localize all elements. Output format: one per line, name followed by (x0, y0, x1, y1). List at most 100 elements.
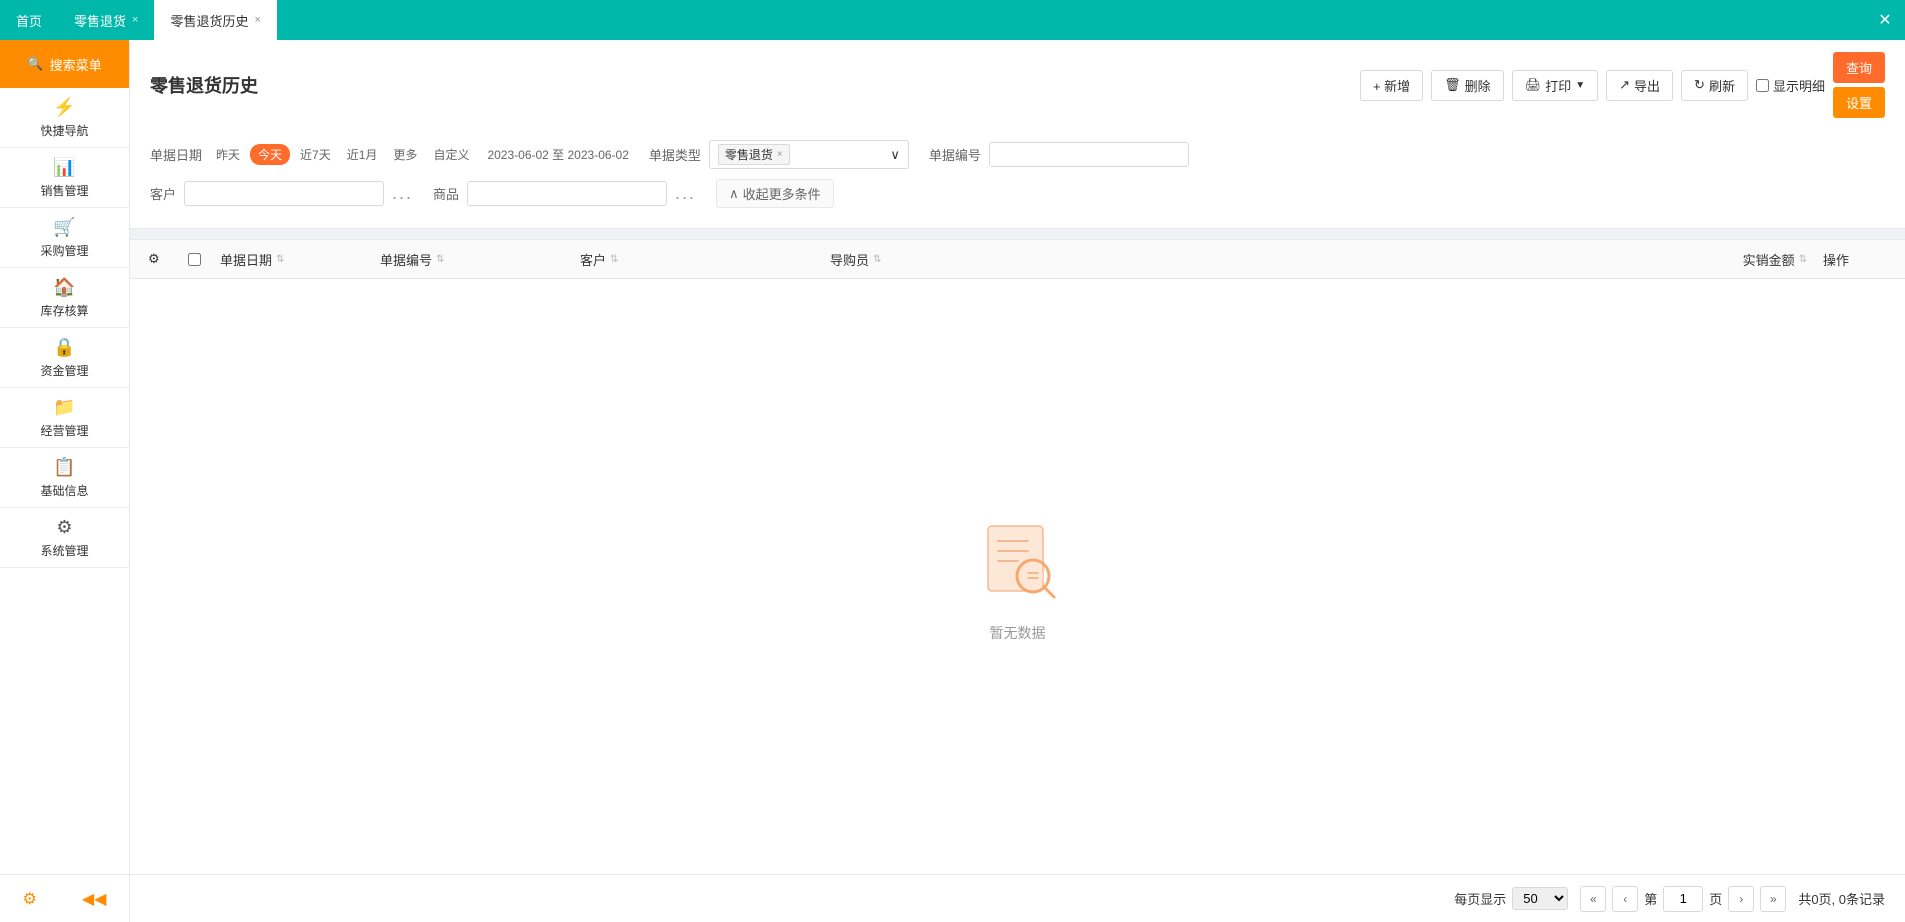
th-date-label: 单据日期 (220, 250, 272, 269)
date-sort-icon: ⇅ (276, 254, 284, 265)
tab-retail-return-history[interactable]: 零售退货历史 × (154, 0, 276, 40)
bill-type-tag: 零售退货 × (718, 144, 790, 165)
sidebar-item-quick-nav[interactable]: ⚡ 快捷导航 (0, 88, 129, 148)
settings-button[interactable]: 设置 (1833, 87, 1885, 118)
operations-icon: 📁 (53, 397, 75, 418)
th-date[interactable]: 单据日期 ⇅ (212, 250, 372, 269)
next-page-button[interactable]: › (1728, 886, 1754, 912)
window-close-button[interactable]: ✕ (1865, 0, 1905, 40)
th-amount[interactable]: 实销金额 ⇅ (1022, 250, 1815, 269)
quick-nav-icon: ⚡ (53, 97, 75, 118)
table-footer: 每页显示 10 20 50 100 « ‹ 第 (130, 874, 1905, 922)
bill-no-sort-icon: ⇅ (436, 254, 444, 265)
date-btn-7days[interactable]: 近7天 (294, 144, 337, 165)
th-guide[interactable]: 导购员 ⇅ (822, 250, 1022, 269)
th-bill-no[interactable]: 单据编号 ⇅ (372, 250, 572, 269)
date-btn-more[interactable]: 更多 (387, 144, 423, 165)
refresh-icon: ↻ (1694, 77, 1705, 93)
query-button[interactable]: 查询 (1833, 52, 1885, 83)
tab-retail-return[interactable]: 零售退货 × (58, 0, 154, 40)
collapse-icon: ∧ (729, 186, 739, 202)
prev-page-icon: ‹ (1623, 892, 1627, 906)
close-icon: ✕ (1878, 10, 1891, 30)
refresh-button[interactable]: ↻ 刷新 (1681, 70, 1748, 101)
sidebar-item-system-mgmt[interactable]: ⚙ 系统管理 (0, 508, 129, 568)
delete-button[interactable]: 🗑 删除 (1431, 70, 1504, 101)
total-records-label: 共0页, 0条记录 (1798, 889, 1885, 908)
collapse-label: 收起更多条件 (743, 184, 821, 203)
sidebar-item-finance-label: 资金管理 (40, 362, 88, 379)
last-page-button[interactable]: » (1760, 886, 1786, 912)
sidebar-item-inventory[interactable]: 🏠 库存核算 (0, 268, 129, 328)
tab-home-label: 首页 (16, 11, 42, 30)
page-number-input[interactable] (1663, 886, 1703, 912)
export-button[interactable]: ↗ 导出 (1606, 70, 1673, 101)
sidebar-item-basic-info[interactable]: 📋 基础信息 (0, 448, 129, 508)
page-size-select[interactable]: 10 20 50 100 (1512, 887, 1568, 910)
sidebar-sound-button[interactable]: ◀◀ (82, 889, 107, 909)
select-all-checkbox[interactable] (188, 253, 201, 266)
bill-no-input[interactable] (989, 142, 1189, 167)
table-wrapper: ⚙ 单据日期 ⇅ 单据编号 ⇅ 客户 ⇅ 导购员 (130, 239, 1905, 922)
date-btn-yesterday[interactable]: 昨天 (210, 144, 246, 165)
goods-more-icon[interactable]: ... (675, 183, 696, 204)
tab-home[interactable]: 首页 (0, 0, 58, 40)
empty-state: 暂无数据 (130, 279, 1905, 874)
next-page-icon: › (1739, 892, 1743, 906)
goods-input[interactable] (467, 181, 667, 206)
customer-filter-label: 客户 (150, 184, 176, 203)
basic-info-icon: 📋 (53, 457, 75, 478)
th-checkbox[interactable] (180, 253, 212, 266)
sidebar-item-purchase-mgmt[interactable]: 🛒 采购管理 (0, 208, 129, 268)
tab-retail-return-close[interactable]: × (132, 14, 138, 26)
customer-more-icon[interactable]: ... (392, 183, 413, 204)
show-detail-checkbox-label[interactable]: 显示明细 (1756, 76, 1825, 95)
th-amount-label: 实销金额 (1743, 250, 1795, 269)
page-title-row: 零售退货历史 + 新增 🗑 删除 🖨 打印 ▼ ↗ (150, 52, 1885, 118)
show-detail-checkbox[interactable] (1756, 79, 1769, 92)
toolbar: + 新增 🗑 删除 🖨 打印 ▼ ↗ 导出 (1360, 52, 1885, 118)
new-button[interactable]: + 新增 (1360, 70, 1423, 101)
sidebar-search-button[interactable]: 🔍 搜索菜单 (0, 40, 129, 88)
th-bill-no-label: 单据编号 (380, 250, 432, 269)
th-customer[interactable]: 客户 ⇅ (572, 250, 822, 269)
prev-page-button[interactable]: ‹ (1612, 886, 1638, 912)
customer-sort-icon: ⇅ (610, 254, 618, 265)
th-op: 操作 (1815, 250, 1895, 269)
print-button[interactable]: 🖨 打印 ▼ (1512, 70, 1598, 101)
date-btn-1month[interactable]: 近1月 (341, 144, 384, 165)
bill-no-filter: 单据编号 (929, 142, 1189, 167)
sidebar-item-finance[interactable]: 🔒 资金管理 (0, 328, 129, 388)
new-button-label: + 新增 (1373, 76, 1410, 95)
inventory-icon: 🏠 (53, 277, 75, 298)
tab-retail-return-history-close[interactable]: × (254, 14, 260, 26)
guide-sort-icon: ⇅ (873, 254, 881, 265)
top-bar: 首页 零售退货 × 零售退货历史 × ✕ (0, 0, 1905, 40)
sidebar-item-operations-label: 经营管理 (40, 422, 88, 439)
pagination-nav: « ‹ 第 页 › » (1580, 886, 1786, 912)
date-btn-today[interactable]: 今天 (250, 144, 290, 165)
bill-type-dropdown-icon: ∨ (890, 147, 900, 163)
goods-filter: 商品 ... (433, 181, 696, 206)
bill-type-select[interactable]: 零售退货 × ∨ (709, 140, 909, 169)
date-range-display: 2023-06-02 至 2023-06-02 (487, 146, 628, 163)
first-page-button[interactable]: « (1580, 886, 1606, 912)
th-settings[interactable]: ⚙ (140, 251, 180, 267)
sidebar-item-sales-mgmt[interactable]: 📊 销售管理 (0, 148, 129, 208)
collapse-filter-button[interactable]: ∧ 收起更多条件 (716, 179, 834, 208)
date-filter: 单据日期 昨天 今天 近7天 近1月 更多 自定义 2023-06-02 至 2… (150, 144, 629, 165)
refresh-button-label: 刷新 (1709, 76, 1735, 95)
date-btn-custom[interactable]: 自定义 (427, 144, 475, 165)
delete-icon: 🗑 (1444, 77, 1461, 93)
filter-row-1: 单据日期 昨天 今天 近7天 近1月 更多 自定义 2023-06-02 至 2… (150, 140, 1885, 169)
th-customer-label: 客户 (580, 250, 606, 269)
customer-input[interactable] (184, 181, 384, 206)
sidebar-item-operations[interactable]: 📁 经营管理 (0, 388, 129, 448)
sidebar-settings-button[interactable]: ⚙ (23, 889, 37, 909)
content-area: 零售退货历史 + 新增 🗑 删除 🖨 打印 ▼ ↗ (130, 40, 1905, 922)
print-icon: 🖨 (1525, 77, 1542, 93)
bill-type-tag-close[interactable]: × (777, 149, 783, 160)
empty-state-icon (968, 511, 1068, 611)
settings-button-label: 设置 (1846, 93, 1872, 112)
empty-text: 暂无数据 (990, 623, 1046, 643)
